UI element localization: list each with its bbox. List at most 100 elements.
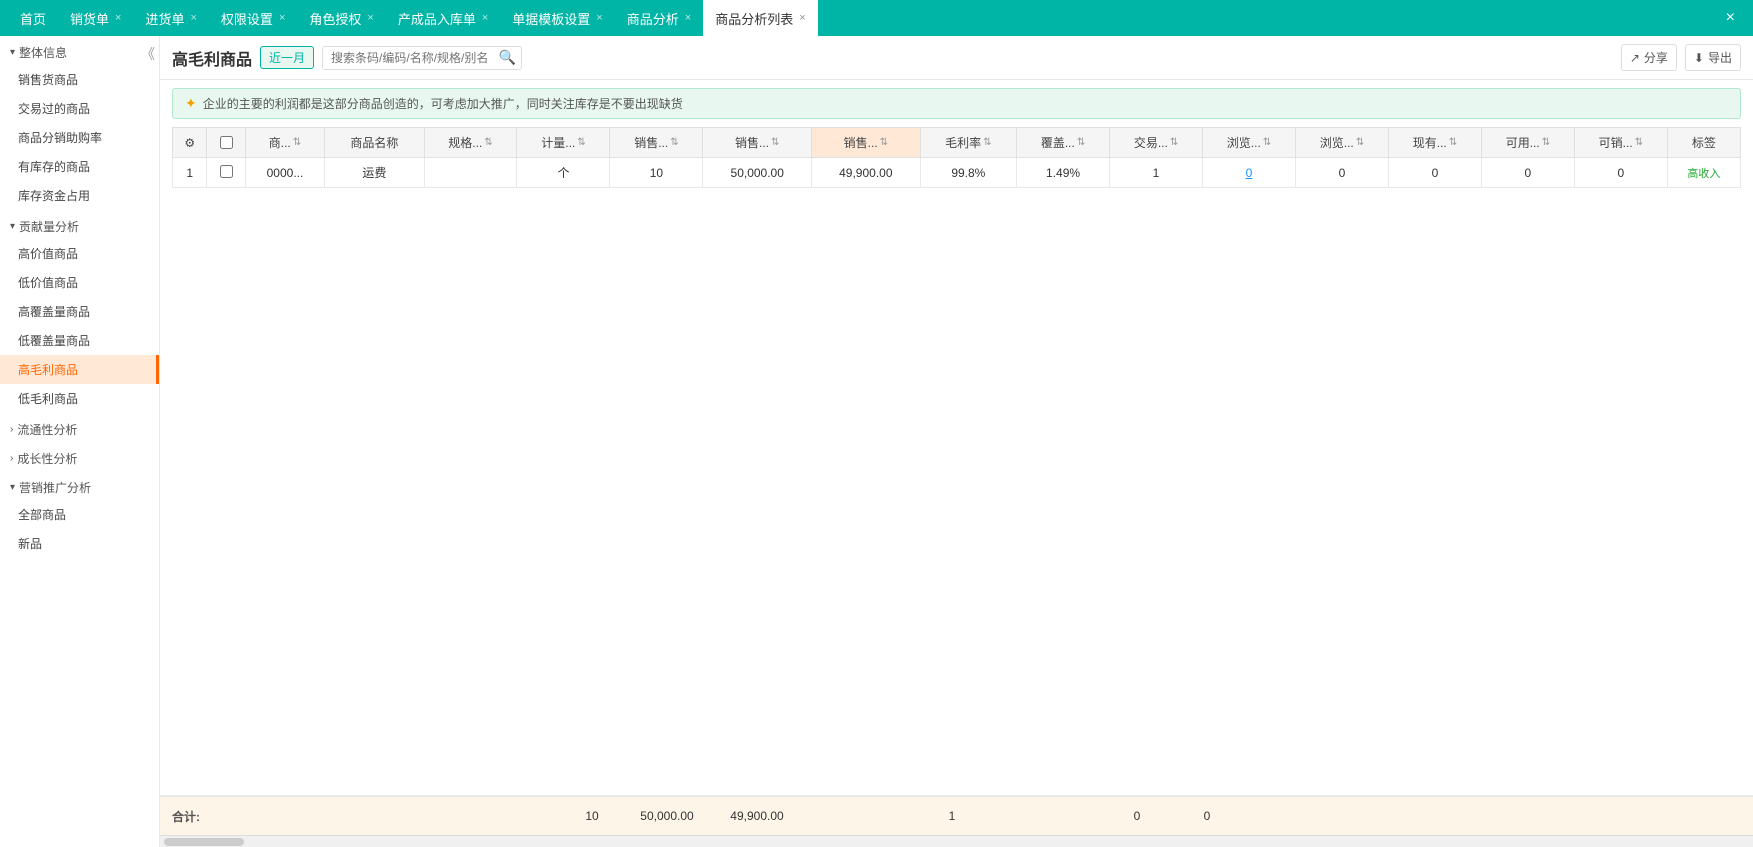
cell-sales-amt2: 49,900.00 bbox=[812, 158, 921, 188]
sort-sales-amt-icon[interactable]: ⇅ bbox=[771, 137, 779, 148]
search-icon[interactable]: 🔍 bbox=[499, 49, 516, 66]
sort-coverage-icon[interactable]: ⇅ bbox=[1077, 137, 1085, 148]
sidebar-item-high-coverage[interactable]: 高覆盖量商品 bbox=[0, 297, 159, 326]
col-settings[interactable]: ⚙ bbox=[173, 128, 207, 158]
export-btn[interactable]: ⬇ 导出 bbox=[1685, 44, 1741, 71]
arrow-overall: ▾ bbox=[10, 47, 15, 58]
col-sales-amt[interactable]: 销售... ⇅ bbox=[703, 128, 812, 158]
search-input[interactable] bbox=[322, 46, 522, 70]
row-checkbox[interactable] bbox=[220, 165, 233, 178]
sidebar-item-traded-goods[interactable]: 交易过的商品 bbox=[0, 94, 159, 123]
select-all-checkbox[interactable] bbox=[220, 136, 233, 149]
sidebar-item-all-goods[interactable]: 全部商品 bbox=[0, 500, 159, 529]
close-role-tab[interactable]: × bbox=[367, 12, 373, 24]
col-checkbox[interactable] bbox=[207, 128, 245, 158]
sort-sales-qty-icon[interactable]: ⇅ bbox=[670, 137, 678, 148]
sidebar-item-distribution-rate[interactable]: 商品分销助购率 bbox=[0, 123, 159, 152]
table-header-row: ⚙ 商... ⇅ 商品名称 bbox=[173, 128, 1741, 158]
col-available[interactable]: 可用... ⇅ bbox=[1481, 128, 1574, 158]
close-analysis-list-tab[interactable]: × bbox=[799, 12, 805, 24]
cell-unit: 个 bbox=[517, 158, 610, 188]
sidebar: 《 ▾ 整体信息 销售货商品 交易过的商品 商品分销助购率 有库存的商品 库存资… bbox=[0, 36, 160, 847]
footer-totals: 合计: 10 50,000.00 49,900.00 1 0 0 bbox=[160, 795, 1753, 835]
col-sales-amt2[interactable]: 销售... ⇅ bbox=[812, 128, 921, 158]
cell-coverage: 1.49% bbox=[1017, 158, 1110, 188]
table-container[interactable]: ⚙ 商... ⇅ 商品名称 bbox=[160, 127, 1753, 795]
filter-recent-month-btn[interactable]: 近一月 bbox=[260, 46, 314, 69]
panel-title: 高毛利商品 bbox=[172, 46, 252, 70]
close-sales-tab[interactable]: × bbox=[115, 12, 121, 24]
col-sellable[interactable]: 可销... ⇅ bbox=[1574, 128, 1667, 158]
horizontal-scrollbar[interactable] bbox=[160, 835, 1753, 847]
col-unit[interactable]: 计量... ⇅ bbox=[517, 128, 610, 158]
sidebar-section-overall[interactable]: ▾ 整体信息 bbox=[0, 36, 159, 65]
footer-sales-amt2: 49,900.00 bbox=[712, 809, 802, 823]
cell-checkbox[interactable] bbox=[207, 158, 245, 188]
sort-spec-icon[interactable]: ⇅ bbox=[484, 137, 492, 148]
nav-purchase[interactable]: 进货单 × bbox=[133, 0, 208, 36]
col-current[interactable]: 现有... ⇅ bbox=[1388, 128, 1481, 158]
col-coverage[interactable]: 覆盖... ⇅ bbox=[1017, 128, 1110, 158]
nav-permission[interactable]: 权限设置 × bbox=[209, 0, 297, 36]
col-sales-qty[interactable]: 销售... ⇅ bbox=[610, 128, 703, 158]
export-icon: ⬇ bbox=[1694, 51, 1704, 65]
sort-transactions-icon[interactable]: ⇅ bbox=[1170, 137, 1178, 148]
col-tag: 标签 bbox=[1667, 128, 1740, 158]
close-template-tab[interactable]: × bbox=[596, 12, 602, 24]
sidebar-item-high-value[interactable]: 高价值商品 bbox=[0, 239, 159, 268]
close-analysis-tab[interactable]: × bbox=[685, 12, 691, 24]
sidebar-item-low-margin[interactable]: 低毛利商品 bbox=[0, 384, 159, 413]
sidebar-item-high-margin[interactable]: 高毛利商品 bbox=[0, 355, 159, 384]
cell-name: 运费 bbox=[325, 158, 424, 188]
col-code[interactable]: 商... ⇅ bbox=[245, 128, 325, 158]
sidebar-item-sales-goods[interactable]: 销售货商品 bbox=[0, 65, 159, 94]
cell-browse1[interactable]: 0 bbox=[1203, 158, 1296, 188]
sidebar-item-low-value[interactable]: 低价值商品 bbox=[0, 268, 159, 297]
nav-analysis-list[interactable]: 商品分析列表 × bbox=[703, 0, 817, 36]
col-browse1[interactable]: 浏览... ⇅ bbox=[1203, 128, 1296, 158]
cell-spec bbox=[424, 158, 517, 188]
sidebar-section-growth[interactable]: › 成长性分析 bbox=[0, 442, 159, 471]
col-transactions[interactable]: 交易... ⇅ bbox=[1110, 128, 1203, 158]
sidebar-collapse-btn[interactable]: 《 bbox=[141, 44, 155, 64]
sidebar-item-new-goods[interactable]: 新品 bbox=[0, 529, 159, 558]
nav-product-in[interactable]: 产成品入库单 × bbox=[386, 0, 500, 36]
nav-home[interactable]: 首页 bbox=[8, 0, 58, 36]
footer-transactions: 1 bbox=[922, 809, 982, 823]
sort-current-icon[interactable]: ⇅ bbox=[1449, 137, 1457, 148]
sidebar-section-flow[interactable]: › 流通性分析 bbox=[0, 413, 159, 442]
nav-analysis[interactable]: 商品分析 × bbox=[615, 0, 703, 36]
cell-current: 0 bbox=[1388, 158, 1481, 188]
sidebar-item-low-coverage[interactable]: 低覆盖量商品 bbox=[0, 326, 159, 355]
close-all-btn[interactable]: × bbox=[1716, 9, 1745, 27]
close-purchase-tab[interactable]: × bbox=[190, 12, 196, 24]
sort-sales-amt2-icon[interactable]: ⇅ bbox=[880, 137, 888, 148]
arrow-marketing: ▾ bbox=[10, 482, 15, 493]
col-name[interactable]: 商品名称 bbox=[325, 128, 424, 158]
footer-available: 0 bbox=[1172, 809, 1242, 823]
sidebar-item-in-stock[interactable]: 有库存的商品 bbox=[0, 152, 159, 181]
sort-sellable-icon[interactable]: ⇅ bbox=[1635, 137, 1643, 148]
cell-gross-rate: 99.8% bbox=[920, 158, 1016, 188]
sort-browse2-icon[interactable]: ⇅ bbox=[1356, 137, 1364, 148]
sort-code-icon[interactable]: ⇅ bbox=[293, 137, 301, 148]
cell-available: 0 bbox=[1481, 158, 1574, 188]
close-permission-tab[interactable]: × bbox=[279, 12, 285, 24]
sort-browse1-icon[interactable]: ⇅ bbox=[1263, 137, 1271, 148]
nav-sales[interactable]: 销货单 × bbox=[58, 0, 133, 36]
sort-available-icon[interactable]: ⇅ bbox=[1542, 137, 1550, 148]
sort-unit-icon[interactable]: ⇅ bbox=[577, 137, 585, 148]
sidebar-section-contribution[interactable]: ▾ 贡献量分析 bbox=[0, 210, 159, 239]
sidebar-section-marketing[interactable]: ▾ 营销推广分析 bbox=[0, 471, 159, 500]
col-spec[interactable]: 规格... ⇅ bbox=[424, 128, 517, 158]
nav-template[interactable]: 单据模板设置 × bbox=[500, 0, 614, 36]
nav-role[interactable]: 角色授权 × bbox=[297, 0, 385, 36]
sort-gross-rate-icon[interactable]: ⇅ bbox=[983, 137, 991, 148]
share-btn[interactable]: ↗ 分享 bbox=[1621, 44, 1677, 71]
col-browse2[interactable]: 浏览... ⇅ bbox=[1295, 128, 1388, 158]
footer-sales-qty: 10 bbox=[562, 809, 622, 823]
sidebar-item-stock-capital[interactable]: 库存资金占用 bbox=[0, 181, 159, 210]
scroll-thumb[interactable] bbox=[164, 838, 244, 846]
close-product-in-tab[interactable]: × bbox=[482, 12, 488, 24]
col-gross-rate[interactable]: 毛利率 ⇅ bbox=[920, 128, 1016, 158]
